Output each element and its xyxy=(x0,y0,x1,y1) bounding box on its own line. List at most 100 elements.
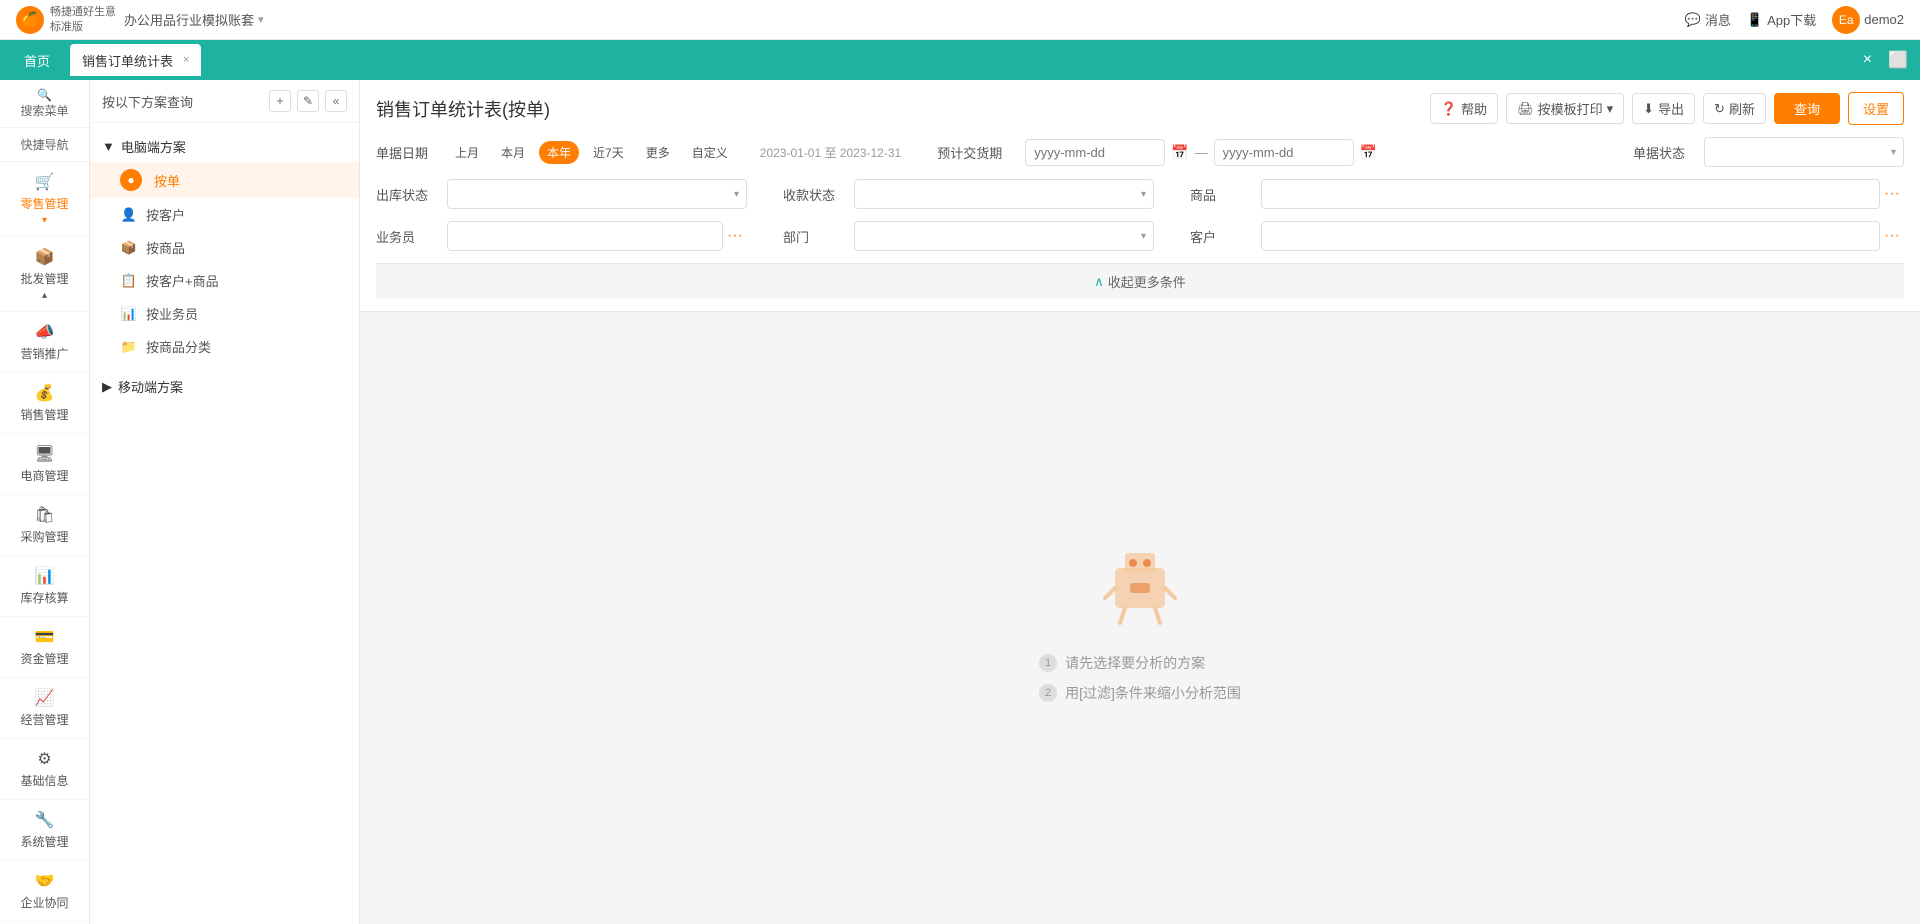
sidebar-item-ecommerce[interactable]: 🖥 电商管理 xyxy=(0,434,89,495)
date-this-month[interactable]: 本月 xyxy=(493,141,533,164)
app-title[interactable]: 办公用品行业模拟账套 ▾ xyxy=(124,10,264,29)
payment-status-select[interactable] xyxy=(854,179,1154,209)
ecommerce-icon: 🖥 xyxy=(34,444,54,464)
collapse-panel-button[interactable]: « xyxy=(325,90,347,112)
customer-wrapper: ··· xyxy=(1261,221,1904,251)
export-button[interactable]: ⬇ 导出 xyxy=(1632,93,1695,124)
product-more-icon[interactable]: ··· xyxy=(1880,185,1904,203)
date-quick-buttons: 上月 本月 本年 近7天 更多 自定义 xyxy=(447,141,736,164)
product-input[interactable] xyxy=(1261,179,1880,209)
filter-toolbar: 销售订单统计表(按单) ❓ 帮助 🖨 按模板打印 ▾ ⬇ xyxy=(376,92,1904,125)
marketing-icon: 📣 xyxy=(35,322,55,342)
collapse-bar[interactable]: ∧ 收起更多条件 xyxy=(376,263,1904,299)
layout: 🔍 帮助 搜索菜单 快捷导航 🛒 零售管理 ▾ 📦 批发管理 ▴ 📣 营销推广 … xyxy=(0,80,1920,924)
expected-date-end[interactable] xyxy=(1214,139,1354,166)
tab-home[interactable]: 首页 xyxy=(8,44,66,76)
refresh-button[interactable]: ↻ 刷新 xyxy=(1703,93,1766,124)
sidebar-item-inventory[interactable]: 📊 库存核算 xyxy=(0,556,89,617)
tab-maximize-icon[interactable]: ⬜ xyxy=(1884,46,1912,74)
customer-product-scheme-icon: 📋 xyxy=(120,272,138,290)
help-icon: ❓ xyxy=(1441,101,1457,117)
filter-row-1: 单据日期 上月 本月 本年 近7天 更多 自定义 2023-01-01 至 20… xyxy=(376,137,1904,167)
scheme-item-by-order[interactable]: ● 按单 xyxy=(90,162,359,198)
department-select[interactable] xyxy=(854,221,1154,251)
sidebar: 🔍 帮助 搜索菜单 快捷导航 🛒 零售管理 ▾ 📦 批发管理 ▴ 📣 营销推广 … xyxy=(0,80,90,924)
sidebar-item-wholesale[interactable]: 📦 批发管理 ▴ xyxy=(0,237,89,312)
calendar-start-icon: 📅 xyxy=(1171,144,1188,161)
sidebar-item-basic[interactable]: ⚙ 基础信息 xyxy=(0,739,89,800)
delivery-status-select[interactable] xyxy=(447,179,747,209)
pc-scheme-header[interactable]: ▼ 电脑端方案 xyxy=(90,131,359,162)
customer-input[interactable] xyxy=(1261,221,1880,251)
order-status-wrapper: ▾ xyxy=(1704,137,1904,167)
product-scheme-icon: 📦 xyxy=(120,239,138,257)
app-download-button[interactable]: 📱 App下载 xyxy=(1747,10,1816,29)
sidebar-item-finance[interactable]: 💳 资金管理 xyxy=(0,617,89,678)
avatar: Ea xyxy=(1832,6,1860,34)
sidebar-item-enterprise[interactable]: 🤝 企业协同 xyxy=(0,861,89,922)
main-content: 按以下方案查询 + ✎ « ▼ 电脑端方案 ● 按单 xyxy=(90,80,1920,924)
expected-date-start[interactable] xyxy=(1025,139,1165,166)
page-title: 销售订单统计表(按单) xyxy=(376,96,550,122)
refresh-icon: ↻ xyxy=(1714,101,1725,117)
msg-button[interactable]: 💬 消息 xyxy=(1685,10,1731,29)
user-area[interactable]: Ea demo2 xyxy=(1832,6,1904,34)
product-wrapper: ··· xyxy=(1261,179,1904,209)
department-wrapper: ▾ xyxy=(854,221,1154,251)
msg-icon: 💬 xyxy=(1685,12,1701,28)
sidebar-item-operations[interactable]: 📈 经营管理 xyxy=(0,678,89,739)
collapse-chevron-icon: ∧ xyxy=(1094,274,1104,290)
scheme-item-by-category[interactable]: 📁 按商品分类 xyxy=(90,330,359,363)
edit-scheme-button[interactable]: ✎ xyxy=(297,90,319,112)
query-button[interactable]: 查询 xyxy=(1774,93,1840,124)
header-right: 💬 消息 📱 App下载 Ea demo2 xyxy=(1685,6,1904,34)
left-panel: 按以下方案查询 + ✎ « ▼ 电脑端方案 ● 按单 xyxy=(90,80,360,924)
scheme-item-by-customer[interactable]: 👤 按客户 xyxy=(90,198,359,231)
enterprise-icon: 🤝 xyxy=(35,871,55,891)
filter-row-2: 出库状态 ▾ 收款状态 ▾ 商品 xyxy=(376,179,1904,209)
date-last-7days[interactable]: 近7天 xyxy=(585,141,632,164)
scheme-item-by-product[interactable]: 📦 按商品 xyxy=(90,231,359,264)
date-last-month[interactable]: 上月 xyxy=(447,141,487,164)
logo-icon: 🍊 xyxy=(16,6,44,34)
sidebar-item-system[interactable]: 🔧 系统管理 xyxy=(0,800,89,861)
sidebar-search[interactable]: 🔍 帮助 搜索菜单 xyxy=(0,80,89,128)
tab-close-icon[interactable]: × xyxy=(183,54,189,66)
sidebar-quick-nav[interactable]: 快捷导航 xyxy=(0,128,89,162)
setting-button[interactable]: 设置 xyxy=(1848,92,1904,125)
inventory-icon: 📊 xyxy=(35,566,55,586)
tab-minimize-icon[interactable]: × xyxy=(1859,47,1876,73)
filter-row-3: 业务员 ··· 部门 ▾ 客户 ··· xyxy=(376,221,1904,251)
salesperson-more-icon[interactable]: ··· xyxy=(723,227,747,245)
tab-bar-right: × ⬜ xyxy=(1859,46,1912,74)
date-range-display: 2023-01-01 至 2023-12-31 xyxy=(760,144,901,161)
sidebar-item-retail[interactable]: 🛒 零售管理 ▾ xyxy=(0,162,89,237)
customer-more-icon[interactable]: ··· xyxy=(1880,227,1904,245)
date-this-year[interactable]: 本年 xyxy=(539,141,579,164)
empty-hint-1: 1 请先选择要分析的方案 xyxy=(1039,653,1241,673)
pc-scheme-section: ▼ 电脑端方案 ● 按单 👤 按客户 📦 按商品 📋 xyxy=(90,123,359,371)
salesperson-input[interactable] xyxy=(447,221,723,251)
filter-area: 销售订单统计表(按单) ❓ 帮助 🖨 按模板打印 ▾ ⬇ xyxy=(360,80,1920,312)
sidebar-item-marketing[interactable]: 📣 营销推广 xyxy=(0,312,89,373)
add-scheme-button[interactable]: + xyxy=(269,90,291,112)
hint-num-2: 2 xyxy=(1039,684,1057,702)
date-more[interactable]: 更多 xyxy=(638,141,678,164)
help-button[interactable]: ❓ 帮助 xyxy=(1430,93,1498,124)
active-scheme-indicator: ● xyxy=(120,169,142,191)
sidebar-item-purchase[interactable]: 🛍 采购管理 xyxy=(0,495,89,556)
print-button[interactable]: 🖨 按模板打印 ▾ xyxy=(1506,93,1624,124)
scheme-item-by-salesperson[interactable]: 📊 按业务员 xyxy=(90,297,359,330)
tab-active[interactable]: 销售订单统计表 × xyxy=(70,44,201,76)
date-custom[interactable]: 自定义 xyxy=(684,141,736,164)
sidebar-item-sales[interactable]: 💰 销售管理 xyxy=(0,373,89,434)
order-status-label: 单据状态 xyxy=(1633,143,1688,162)
print-dropdown-icon: ▾ xyxy=(1607,101,1614,117)
finance-icon: 💳 xyxy=(35,627,55,647)
mobile-scheme-header[interactable]: ▶ 移动端方案 xyxy=(90,371,359,402)
left-panel-header: 按以下方案查询 + ✎ « xyxy=(90,80,359,123)
empty-hints: 1 请先选择要分析的方案 2 用[过滤]条件来缩小分析范围 xyxy=(1039,653,1241,703)
scheme-item-by-customer-product[interactable]: 📋 按客户+商品 xyxy=(90,264,359,297)
order-status-select[interactable] xyxy=(1704,137,1904,167)
empty-illustration xyxy=(1090,533,1190,633)
